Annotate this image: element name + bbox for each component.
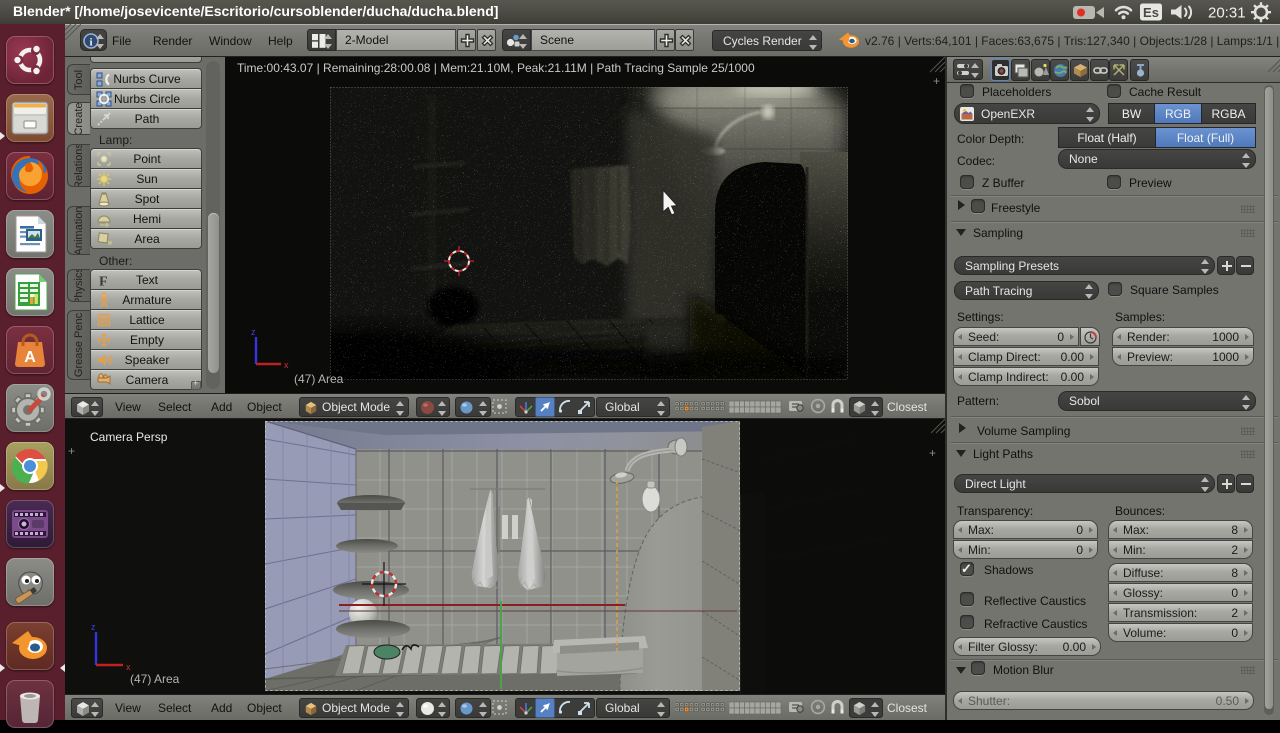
svg-text:z: z [251,327,256,337]
svg-text:z: z [91,622,96,632]
svg-text:Es: Es [1143,5,1159,20]
svg-text:i: i [89,37,92,49]
svg-text:A: A [24,349,36,366]
svg-text:+: + [929,446,936,460]
svg-text:(47) Area: (47) Area [130,672,180,686]
svg-text:+: + [933,74,940,88]
svg-text:Camera Persp: Camera Persp [90,430,168,444]
svg-text:+: + [68,444,75,458]
svg-text:x: x [126,662,131,672]
svg-text:20:31: 20:31 [1208,5,1246,22]
svg-text:x: x [284,360,289,370]
